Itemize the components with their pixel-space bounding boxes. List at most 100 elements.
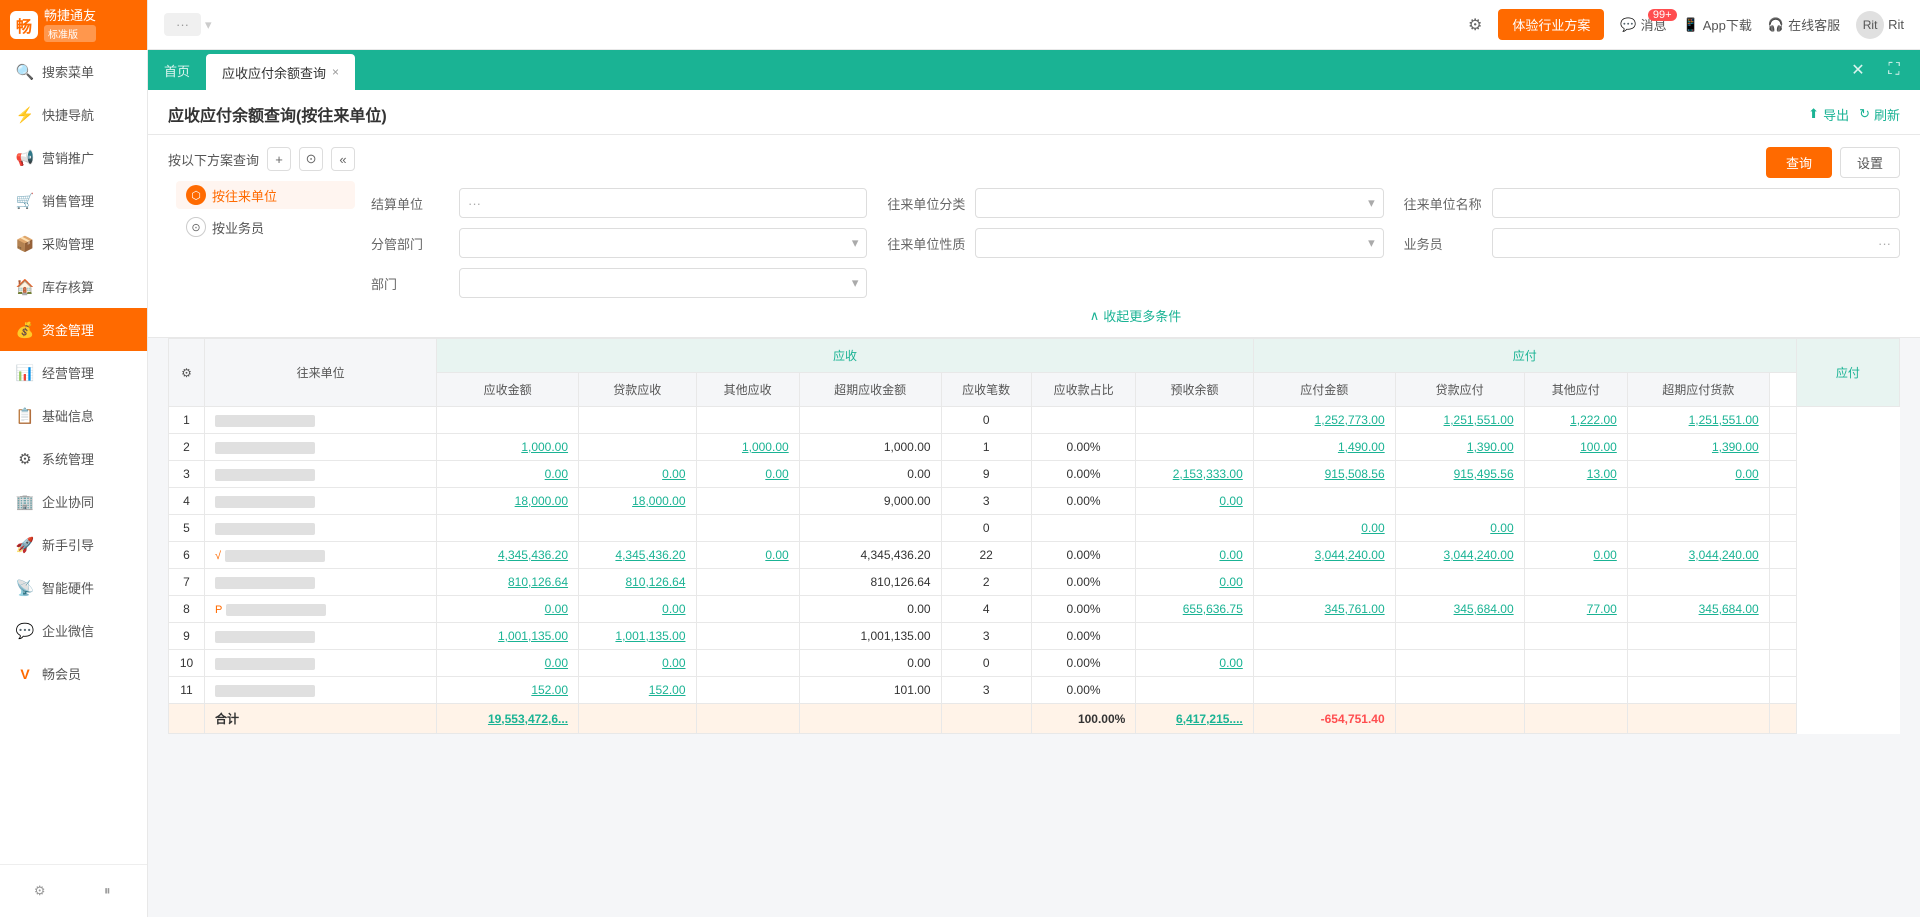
- cell-link[interactable]: 1,222.00: [1570, 413, 1617, 427]
- cell-link[interactable]: 4,345,436.20: [615, 548, 685, 562]
- total-prepaid-link[interactable]: 6,417,215....: [1176, 712, 1243, 726]
- cell-link[interactable]: 100.00: [1580, 440, 1617, 454]
- sidebar-item-base[interactable]: 📋 基础信息: [0, 394, 147, 437]
- cell-link[interactable]: 345,684.00: [1699, 602, 1759, 616]
- tab-close-btn[interactable]: ✕: [1844, 56, 1872, 84]
- cell-link[interactable]: 0.00: [765, 548, 788, 562]
- query-button[interactable]: 查询: [1766, 147, 1832, 178]
- sidebar-item-hardware[interactable]: 📡 智能硬件: [0, 566, 147, 609]
- filter-option-salesman[interactable]: ⊙ 按业务员: [176, 213, 355, 241]
- cell-link[interactable]: 1,390.00: [1467, 440, 1514, 454]
- cell-link[interactable]: 0.00: [662, 467, 685, 481]
- hardware-icon: 📡: [16, 579, 34, 597]
- cell-link[interactable]: 345,761.00: [1325, 602, 1385, 616]
- sidebar-item-operations[interactable]: 📊 经营管理: [0, 351, 147, 394]
- cell-link[interactable]: 0.00: [1219, 494, 1242, 508]
- cell-link[interactable]: 0.00: [545, 602, 568, 616]
- solution-button[interactable]: 体验行业方案: [1498, 9, 1604, 40]
- filter-settings-btn[interactable]: ⊙: [299, 147, 323, 171]
- sidebar-item-search[interactable]: 🔍 搜索菜单: [0, 50, 147, 93]
- sidebar-item-finance[interactable]: 💰 资金管理: [0, 308, 147, 351]
- cell-link[interactable]: 0.00: [1219, 575, 1242, 589]
- cell-link[interactable]: 810,126.64: [508, 575, 568, 589]
- sidebar-label-wechat: 企业微信: [42, 621, 94, 640]
- sidebar-item-inventory[interactable]: 🏠 库存核算: [0, 265, 147, 308]
- cell-link[interactable]: 1,390.00: [1712, 440, 1759, 454]
- cell-link[interactable]: 0.00: [765, 467, 788, 481]
- cell-link[interactable]: 1,490.00: [1338, 440, 1385, 454]
- sidebar-item-system[interactable]: ⚙ 系统管理: [0, 437, 147, 480]
- cell-link[interactable]: 152.00: [649, 683, 686, 697]
- cell-link[interactable]: 0.00: [1593, 548, 1616, 562]
- sidebar-item-vip[interactable]: V 畅会员: [0, 652, 147, 695]
- tab-expand-btn[interactable]: ⛶: [1880, 56, 1908, 84]
- cell-link[interactable]: 3,044,240.00: [1315, 548, 1385, 562]
- partner-nature-input[interactable]: ▾: [975, 228, 1383, 258]
- tab-home[interactable]: 首页: [148, 50, 206, 90]
- message-btn[interactable]: 💬 消息 99+: [1620, 15, 1666, 34]
- cell-link[interactable]: 0.00: [1490, 521, 1513, 535]
- cell-link[interactable]: 1,000.00: [521, 440, 568, 454]
- service-btn[interactable]: 🎧 在线客服: [1768, 15, 1840, 34]
- cell-link[interactable]: 0.00: [1219, 548, 1242, 562]
- cell-link[interactable]: 0.00: [662, 602, 685, 616]
- cell-link[interactable]: 810,126.64: [625, 575, 685, 589]
- sidebar-collapse-btn[interactable]: ⏸: [78, 875, 138, 907]
- user-menu[interactable]: Rit Rit: [1856, 11, 1904, 39]
- total-receivable-link[interactable]: 19,553,472,6...: [488, 712, 568, 726]
- filter-collapse-btn[interactable]: ∧ 收起更多条件: [1090, 306, 1182, 325]
- settlement-unit-input[interactable]: ···: [459, 188, 867, 218]
- cell-link[interactable]: 0.00: [545, 467, 568, 481]
- export-btn[interactable]: ⬆ 导出: [1808, 105, 1849, 124]
- tab-receivable[interactable]: 应收应付余额查询 ×: [206, 54, 355, 90]
- cell-link[interactable]: 0.00: [1735, 467, 1758, 481]
- cell-link[interactable]: 2,153,333.00: [1173, 467, 1243, 481]
- cell-link[interactable]: 1,001,135.00: [615, 629, 685, 643]
- cell-link[interactable]: 3,044,240.00: [1444, 548, 1514, 562]
- sidebar-item-wechat[interactable]: 💬 企业微信: [0, 609, 147, 652]
- app-download-btn[interactable]: 📱 App下载: [1683, 15, 1752, 34]
- settings-button[interactable]: 设置: [1840, 147, 1900, 178]
- cell-link[interactable]: 345,684.00: [1454, 602, 1514, 616]
- sidebar-item-purchase[interactable]: 📦 采购管理: [0, 222, 147, 265]
- tab-close-icon[interactable]: ×: [332, 65, 339, 79]
- refresh-btn[interactable]: ↻ 刷新: [1859, 105, 1900, 124]
- sidebar-item-marketing[interactable]: 📢 营销推广: [0, 136, 147, 179]
- cell-link[interactable]: 915,495.56: [1454, 467, 1514, 481]
- sidebar-item-corp[interactable]: 🏢 企业协同: [0, 480, 147, 523]
- cell-link[interactable]: 915,508.56: [1325, 467, 1385, 481]
- sidebar-settings-btn[interactable]: ⚙: [10, 875, 70, 907]
- page: 应收应付余额查询(按往来单位) ⬆ 导出 ↻ 刷新: [148, 90, 1920, 917]
- filter-add-btn[interactable]: +: [267, 147, 291, 171]
- cell-link[interactable]: 1,251,551.00: [1444, 413, 1514, 427]
- filter-collapse-left-btn[interactable]: «: [331, 147, 355, 171]
- sidebar-item-quick[interactable]: ⚡ 快捷导航: [0, 93, 147, 136]
- sidebar-item-guide[interactable]: 🚀 新手引导: [0, 523, 147, 566]
- cell-link[interactable]: 3,044,240.00: [1689, 548, 1759, 562]
- dept-manager-input[interactable]: ▾: [459, 228, 867, 258]
- cell-link[interactable]: 0.00: [545, 656, 568, 670]
- filter-option-partner[interactable]: ⬡ 按往来单位: [176, 181, 355, 209]
- cell-link[interactable]: 0.00: [1219, 656, 1242, 670]
- cell-link[interactable]: 4,345,436.20: [498, 548, 568, 562]
- salesman-input[interactable]: ···: [1492, 228, 1900, 258]
- partner-name-input[interactable]: [1492, 188, 1900, 218]
- cell-link[interactable]: 655,636.75: [1183, 602, 1243, 616]
- cell-link[interactable]: 0.00: [662, 656, 685, 670]
- cell-link[interactable]: 152.00: [531, 683, 568, 697]
- filter-scheme: 按以下方案查询 + ⊙ « ⬡ 按往来单位 ⊙: [168, 147, 355, 325]
- th-settings[interactable]: ⚙: [169, 339, 205, 407]
- sidebar-item-sales[interactable]: 🛒 销售管理: [0, 179, 147, 222]
- cell-link[interactable]: 13.00: [1587, 467, 1617, 481]
- cell-link[interactable]: 18,000.00: [632, 494, 685, 508]
- cell-link[interactable]: 1,000.00: [742, 440, 789, 454]
- partner-category-input[interactable]: ▾: [975, 188, 1383, 218]
- topbar-gear-icon[interactable]: ⚙: [1468, 15, 1482, 35]
- cell-link[interactable]: 1,251,551.00: [1689, 413, 1759, 427]
- cell-link[interactable]: 18,000.00: [515, 494, 568, 508]
- department-input[interactable]: ▾: [459, 268, 867, 298]
- cell-link[interactable]: 0.00: [1361, 521, 1384, 535]
- cell-link[interactable]: 1,252,773.00: [1315, 413, 1385, 427]
- cell-link[interactable]: 77.00: [1587, 602, 1617, 616]
- cell-link[interactable]: 1,001,135.00: [498, 629, 568, 643]
